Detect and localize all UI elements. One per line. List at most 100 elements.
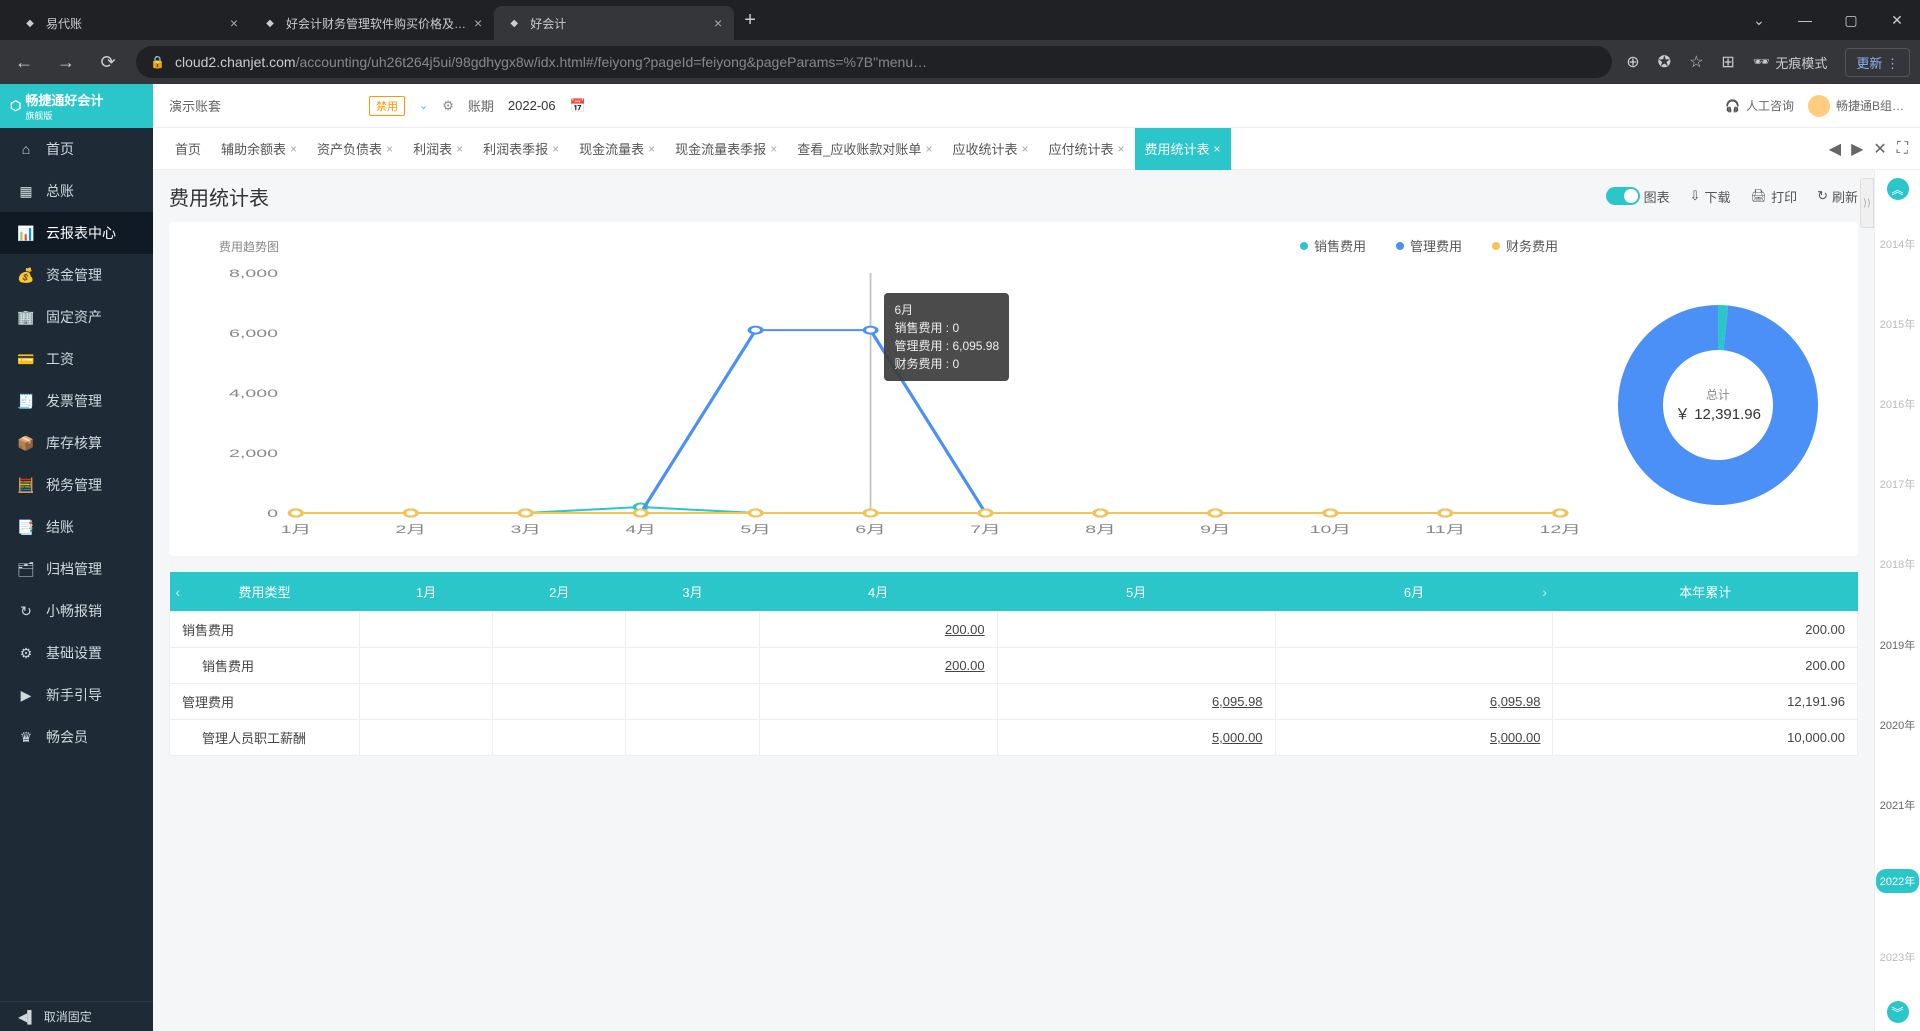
period-value[interactable]: 2022-06: [508, 98, 556, 113]
tab-close-icon[interactable]: ×: [1118, 142, 1125, 156]
tab-close-icon[interactable]: ×: [925, 142, 932, 156]
nav-reload-icon[interactable]: ⟳: [94, 52, 122, 73]
tab-close-icon[interactable]: ×: [1214, 142, 1221, 156]
nav-forward-icon[interactable]: →: [52, 52, 80, 73]
tabs-fullscreen-icon[interactable]: ⛶: [1897, 140, 1908, 158]
window-close-icon[interactable]: ✕: [1874, 0, 1920, 40]
sidebar-item[interactable]: 💳工资: [0, 338, 153, 380]
tab-close-icon[interactable]: ×: [552, 142, 559, 156]
sidebar-item[interactable]: 📊云报表中心: [0, 212, 153, 254]
sidebar-item[interactable]: 📦库存核算: [0, 422, 153, 464]
tab-close-icon[interactable]: ×: [648, 142, 655, 156]
download-button[interactable]: ⇩下载: [1690, 187, 1731, 206]
year-item[interactable]: 2022年: [1876, 869, 1919, 893]
sidebar-item[interactable]: 📑结账: [0, 506, 153, 548]
page-tab[interactable]: 利润表季报×: [473, 128, 569, 170]
page-tab[interactable]: 首页: [165, 128, 211, 170]
legend-item[interactable]: 管理费用: [1396, 236, 1462, 255]
cell-value[interactable]: 6,095.98: [997, 684, 1275, 720]
page-tab[interactable]: 利润表×: [403, 128, 473, 170]
cell-value[interactable]: 6,095.98: [1275, 684, 1553, 720]
panel-collapse-handle[interactable]: ⟩⟩: [1860, 178, 1874, 228]
user-menu[interactable]: 畅捷通B组…: [1808, 95, 1904, 117]
cell-value[interactable]: 200.00: [759, 612, 997, 648]
zoom-icon[interactable]: ⊕: [1626, 52, 1639, 72]
page-tab[interactable]: 辅助余额表×: [211, 128, 307, 170]
page-tab[interactable]: 资产负债表×: [307, 128, 403, 170]
sidebar-unpin[interactable]: ◀▌ 取消固定: [0, 1001, 153, 1031]
table-prev-icon[interactable]: ‹: [176, 584, 181, 600]
sidebar-item[interactable]: ▶新手引导: [0, 674, 153, 716]
window-minimize-icon[interactable]: —: [1782, 0, 1828, 40]
tab-close-icon[interactable]: ×: [290, 142, 297, 156]
year-item[interactable]: 2016年: [1880, 388, 1915, 420]
svg-text:10月: 10月: [1310, 524, 1351, 536]
browser-tab[interactable]: ◆易代账×: [10, 6, 250, 40]
refresh-button[interactable]: ↻刷新: [1817, 187, 1858, 206]
sidebar-item[interactable]: ♛畅会员: [0, 716, 153, 758]
year-item[interactable]: 2017年: [1880, 468, 1915, 500]
sidebar-item[interactable]: 💰资金管理: [0, 254, 153, 296]
page-tab[interactable]: 现金流量表季报×: [665, 128, 787, 170]
sidebar-item[interactable]: 🏢固定资产: [0, 296, 153, 338]
cell-value[interactable]: 200.00: [759, 648, 997, 684]
print-button[interactable]: 🖨打印: [1751, 187, 1798, 206]
status-dropdown-icon[interactable]: ⌄: [419, 99, 428, 112]
page-tab[interactable]: 现金流量表×: [569, 128, 665, 170]
window-dropdown-icon[interactable]: ⌄: [1736, 0, 1782, 40]
sidebar-item[interactable]: 🧮税务管理: [0, 464, 153, 506]
cell-value[interactable]: 5,000.00: [1275, 720, 1553, 756]
browser-tab[interactable]: ◆好会计财务管理软件购买价格及…×: [250, 6, 494, 40]
tab-close-icon[interactable]: ×: [456, 142, 463, 156]
bookmark-icon[interactable]: ☆: [1689, 52, 1703, 72]
tab-close-icon[interactable]: ×: [386, 142, 393, 156]
page-tab[interactable]: 查看_应收账款对账单×: [787, 128, 942, 170]
new-tab-button[interactable]: +: [744, 9, 756, 32]
tab-close-icon[interactable]: ×: [230, 15, 238, 31]
nav-back-icon[interactable]: ←: [10, 52, 38, 73]
tab-close-icon[interactable]: ×: [714, 15, 722, 31]
year-item[interactable]: 2020年: [1880, 709, 1915, 741]
year-item[interactable]: 2023年: [1880, 941, 1915, 973]
year-item[interactable]: 2021年: [1880, 789, 1915, 821]
table-next-icon[interactable]: ›: [1542, 584, 1547, 600]
tabs-close-all-icon[interactable]: ✕: [1873, 139, 1886, 159]
tab-close-icon[interactable]: ×: [474, 15, 482, 31]
extension-icon[interactable]: ✪: [1658, 52, 1671, 72]
sidebar-item[interactable]: 🗂归档管理: [0, 548, 153, 590]
year-item[interactable]: 2014年: [1880, 228, 1915, 260]
year-item[interactable]: 2015年: [1880, 308, 1915, 340]
year-scroll-up-icon[interactable]: ︽: [1887, 178, 1909, 200]
year-item[interactable]: 2019年: [1880, 629, 1915, 661]
tabs-next-icon[interactable]: ▶: [1851, 139, 1863, 159]
line-chart[interactable]: 02,0004,0006,0008,0001月2月3月4月5月6月7月8月9月1…: [189, 263, 1578, 546]
status-badge[interactable]: 禁用: [369, 96, 405, 116]
update-button[interactable]: 更新 ⋮: [1845, 48, 1910, 77]
calendar-icon[interactable]: 📅: [570, 98, 586, 114]
year-item[interactable]: 2018年: [1880, 548, 1915, 580]
support-link[interactable]: 🎧 人工咨询: [1725, 97, 1794, 114]
sidebar-item[interactable]: 🧾发票管理: [0, 380, 153, 422]
browser-tab[interactable]: ◆好会计×: [494, 6, 734, 40]
gear-icon[interactable]: ⚙: [442, 98, 454, 114]
sidebar-item[interactable]: ▦总账: [0, 170, 153, 212]
tab-close-icon[interactable]: ×: [770, 142, 777, 156]
page-tab[interactable]: 应付统计表×: [1038, 128, 1134, 170]
address-bar[interactable]: 🔒 cloud2.chanjet.com/accounting/uh26t264…: [136, 46, 1612, 78]
page-tab[interactable]: 应收统计表×: [942, 128, 1038, 170]
sidebar-item[interactable]: ↻小畅报销: [0, 590, 153, 632]
year-scroll-down-icon[interactable]: ︾: [1887, 1001, 1909, 1023]
window-maximize-icon[interactable]: ▢: [1828, 0, 1874, 40]
puzzle-icon[interactable]: ⊞: [1721, 52, 1734, 72]
tab-close-icon[interactable]: ×: [1021, 142, 1028, 156]
sidebar-item[interactable]: ⚙基础设置: [0, 632, 153, 674]
cell-value[interactable]: 5,000.00: [997, 720, 1275, 756]
donut-chart[interactable]: 总计 ￥ 12,391.96: [1598, 263, 1838, 546]
legend-item[interactable]: 财务费用: [1492, 236, 1558, 255]
legend-item[interactable]: 销售费用: [1300, 236, 1366, 255]
sidebar-item[interactable]: ⌂首页: [0, 128, 153, 170]
account-name[interactable]: 演示账套: [169, 96, 221, 115]
chart-toggle[interactable]: 图表: [1606, 187, 1670, 206]
page-tab[interactable]: 费用统计表×: [1135, 128, 1231, 170]
tabs-prev-icon[interactable]: ◀: [1829, 139, 1841, 159]
